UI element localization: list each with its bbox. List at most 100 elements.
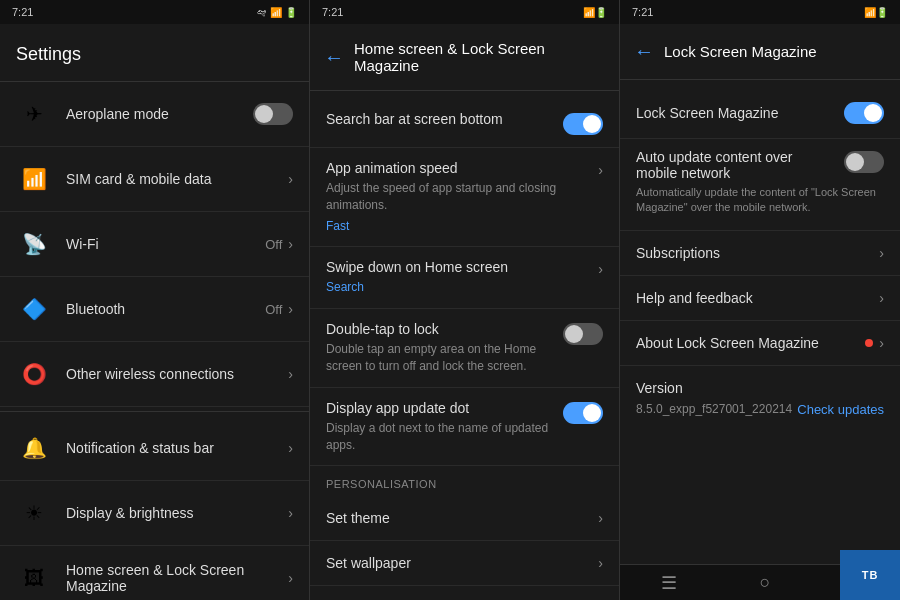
searchbar-label: Search bar at screen bottom xyxy=(326,111,553,127)
left-status-bar: 7:21 🛩 📶 🔋 xyxy=(0,0,309,24)
homescreen-label: Home screen & Lock Screen Magazine xyxy=(66,562,288,594)
mid-item-theme[interactable]: Set theme › xyxy=(310,496,619,541)
right-status-icons: 📶🔋 xyxy=(864,7,888,18)
middle-header: ← Home screen & Lock Screen Magazine xyxy=(310,24,619,91)
about-chevron: › xyxy=(879,335,884,351)
right-item-about[interactable]: About Lock Screen Magazine › xyxy=(620,321,900,366)
aeroplane-icon: ✈ xyxy=(16,96,52,132)
homescreen-right: › xyxy=(288,570,293,586)
right-panel: 7:21 📶🔋 ← Lock Screen Magazine Lock Scre… xyxy=(620,0,900,600)
aeroplane-toggle[interactable] xyxy=(253,103,293,125)
searchbar-toggle-switch[interactable] xyxy=(563,113,603,135)
appspeed-subsub: Fast xyxy=(326,218,588,235)
check-updates-button[interactable]: Check updates xyxy=(797,402,884,417)
sim-label: SIM card & mobile data xyxy=(66,171,288,187)
middle-content: Search bar at screen bottom App animatio… xyxy=(310,91,619,600)
right-header-title: Lock Screen Magazine xyxy=(664,43,817,60)
aeroplane-toggle-switch[interactable] xyxy=(253,103,293,125)
homescreen-icon: 🖼 xyxy=(16,560,52,596)
settings-item-wifi[interactable]: 📡 Wi-Fi Off › xyxy=(0,212,309,277)
bluetooth-status: Off xyxy=(265,302,282,317)
middle-status-icons: 📶🔋 xyxy=(583,7,607,18)
autoupdate-desc: Automatically update the content of "Loc… xyxy=(636,185,884,216)
version-label: Version xyxy=(636,380,884,396)
right-back-button[interactable]: ← xyxy=(634,40,654,63)
mid-item-iconstyle[interactable]: Set icon style › xyxy=(310,586,619,600)
mid-item-swipedown[interactable]: Swipe down on Home screen Search › xyxy=(310,247,619,309)
settings-title: Settings xyxy=(0,24,309,82)
wireless-right: › xyxy=(288,366,293,382)
appupdate-toggle-switch[interactable] xyxy=(563,402,603,424)
settings-list: ✈ Aeroplane mode 📶 SIM card & mobile dat… xyxy=(0,82,309,600)
settings-item-notification[interactable]: 🔔 Notification & status bar › xyxy=(0,416,309,481)
middle-time: 7:21 xyxy=(322,6,343,18)
settings-item-aeroplane[interactable]: ✈ Aeroplane mode xyxy=(0,82,309,147)
subscriptions-chevron: › xyxy=(879,245,884,261)
middle-back-button[interactable]: ← xyxy=(324,46,344,69)
settings-item-bluetooth[interactable]: 🔷 Bluetooth Off › xyxy=(0,277,309,342)
doubletap-label: Double-tap to lock xyxy=(326,321,553,337)
help-chevron: › xyxy=(879,290,884,306)
wallpaper-chevron: › xyxy=(598,555,603,571)
nav-home-icon[interactable]: ○ xyxy=(760,572,771,593)
homescreen-chevron: › xyxy=(288,570,293,586)
mid-item-appupdate[interactable]: Display app update dot Display a dot nex… xyxy=(310,388,619,467)
nav-menu-icon[interactable]: ☰ xyxy=(661,572,677,594)
appspeed-label: App animation speed xyxy=(326,160,588,176)
doubletap-toggle[interactable] xyxy=(563,323,603,345)
swipedown-highlight: Search xyxy=(326,279,588,296)
divider-1 xyxy=(0,411,309,412)
right-item-subscriptions[interactable]: Subscriptions › xyxy=(620,231,900,276)
wifi-label: Wi-Fi xyxy=(66,236,265,252)
right-content: Lock Screen Magazine Auto update content… xyxy=(620,80,900,564)
left-time: 7:21 xyxy=(12,6,33,18)
bluetooth-icon: 🔷 xyxy=(16,291,52,327)
notification-icon: 🔔 xyxy=(16,430,52,466)
appupdate-label: Display app update dot xyxy=(326,400,553,416)
settings-item-display[interactable]: ☀ Display & brightness › xyxy=(0,481,309,546)
notification-chevron: › xyxy=(288,440,293,456)
mid-item-wallpaper[interactable]: Set wallpaper › xyxy=(310,541,619,586)
swipedown-chevron: › xyxy=(598,261,603,277)
mid-item-doubletap[interactable]: Double-tap to lock Double tap an empty a… xyxy=(310,309,619,388)
appspeed-chevron: › xyxy=(598,162,603,178)
appupdate-toggle[interactable] xyxy=(563,402,603,424)
wireless-label: Other wireless connections xyxy=(66,366,288,382)
doubletap-toggle-switch[interactable] xyxy=(563,323,603,345)
right-item-lockscreen[interactable]: Lock Screen Magazine xyxy=(620,88,900,139)
help-label: Help and feedback xyxy=(636,290,753,306)
section-personalisation: PERSONALISATION xyxy=(310,466,619,496)
mid-item-searchbar[interactable]: Search bar at screen bottom xyxy=(310,99,619,148)
appspeed-sub: Adjust the speed of app startup and clos… xyxy=(326,180,588,214)
mid-item-appspeed[interactable]: App animation speed Adjust the speed of … xyxy=(310,148,619,247)
right-item-version: Version 8.5.0_expp_f527001_220214 Check … xyxy=(620,366,900,431)
settings-item-wireless[interactable]: ⭕ Other wireless connections › xyxy=(0,342,309,407)
left-panel: 7:21 🛩 📶 🔋 Settings ✈ Aeroplane mode 📶 S… xyxy=(0,0,310,600)
display-label: Display & brightness xyxy=(66,505,288,521)
watermark: TB xyxy=(840,550,900,600)
wallpaper-label: Set wallpaper xyxy=(326,555,411,571)
doubletap-sub: Double tap an empty area on the Home scr… xyxy=(326,341,553,375)
middle-header-title: Home screen & Lock Screen Magazine xyxy=(354,40,605,74)
bluetooth-right: Off › xyxy=(265,301,293,317)
right-header: ← Lock Screen Magazine xyxy=(620,24,900,80)
wifi-chevron: › xyxy=(288,236,293,252)
settings-item-sim[interactable]: 📶 SIM card & mobile data › xyxy=(0,147,309,212)
middle-status-bar: 7:21 📶🔋 xyxy=(310,0,619,24)
right-status-bar: 7:21 📶🔋 xyxy=(620,0,900,24)
right-item-help[interactable]: Help and feedback › xyxy=(620,276,900,321)
aeroplane-label: Aeroplane mode xyxy=(66,106,253,122)
sim-right: › xyxy=(288,171,293,187)
notification-right: › xyxy=(288,440,293,456)
searchbar-toggle[interactable] xyxy=(563,113,603,135)
right-item-autoupdate[interactable]: Auto update content over mobile network … xyxy=(620,139,900,231)
wifi-status: Off xyxy=(265,237,282,252)
wifi-right: Off › xyxy=(265,236,293,252)
settings-item-homescreen[interactable]: 🖼 Home screen & Lock Screen Magazine › xyxy=(0,546,309,600)
sim-chevron: › xyxy=(288,171,293,187)
lockscreen-mag-toggle[interactable] xyxy=(844,102,884,124)
bluetooth-label: Bluetooth xyxy=(66,301,265,317)
autoupdate-toggle[interactable] xyxy=(844,151,884,173)
display-chevron: › xyxy=(288,505,293,521)
wireless-icon: ⭕ xyxy=(16,356,52,392)
